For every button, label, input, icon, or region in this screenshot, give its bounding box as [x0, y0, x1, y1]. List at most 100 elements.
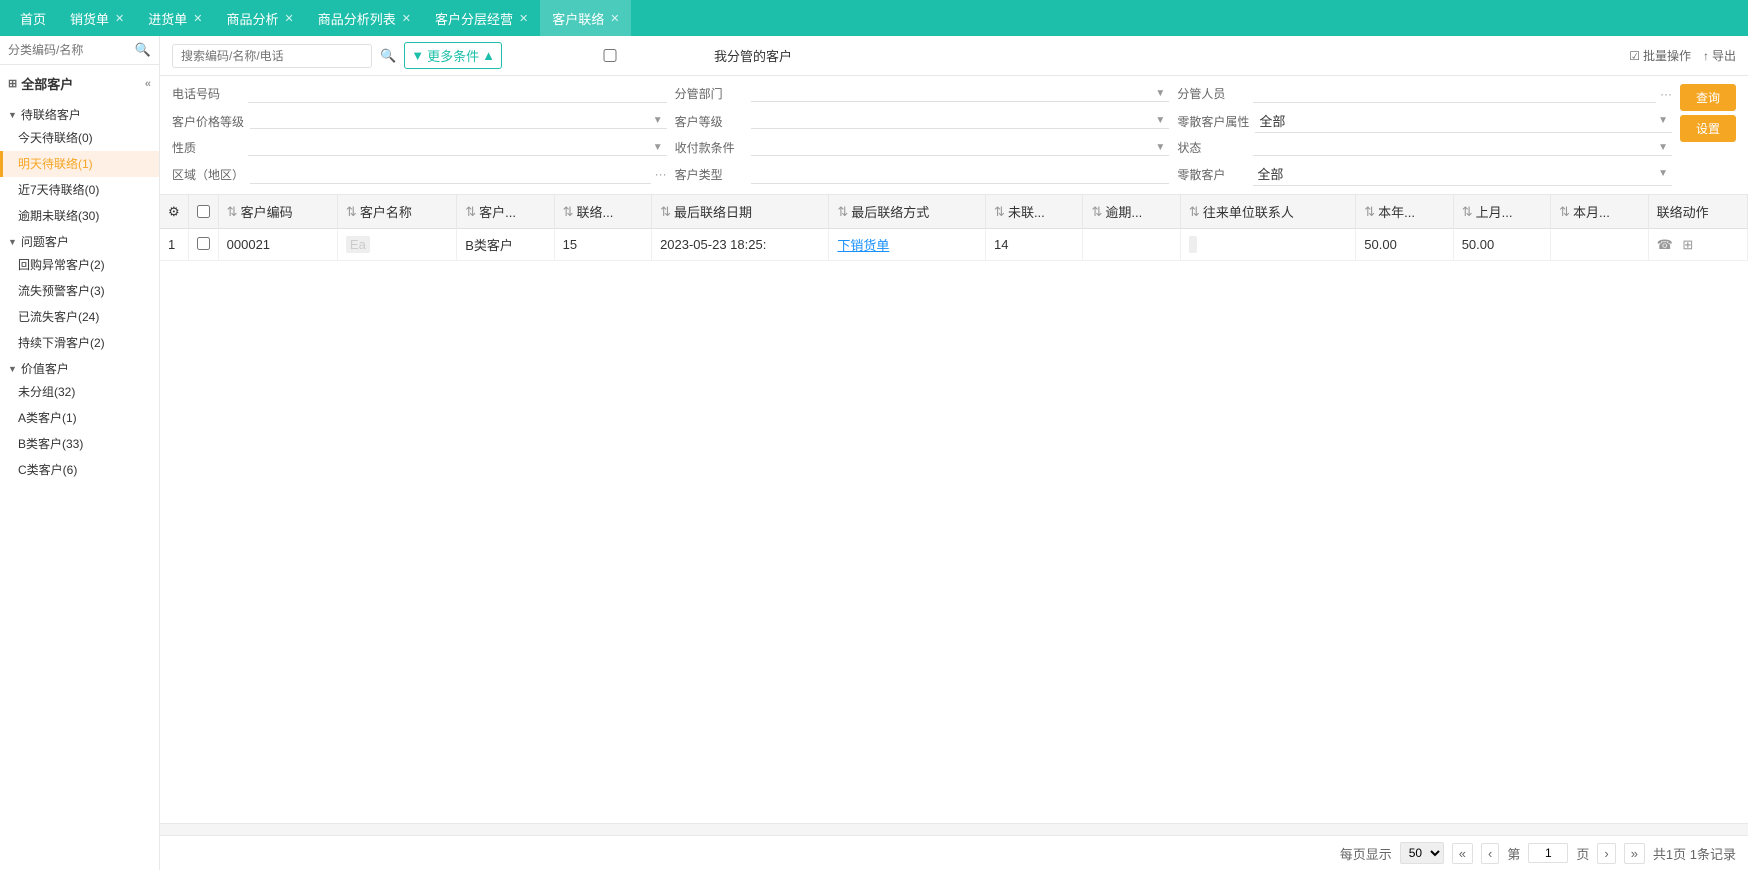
settings-icon[interactable]: ⚙	[168, 204, 180, 220]
customer-level-select[interactable]: ▼	[751, 113, 1170, 129]
retail-customer-select[interactable]: 全部 ▼	[1253, 162, 1672, 186]
search-icon[interactable]: 🔍	[380, 48, 396, 64]
last-page-button[interactable]: »	[1624, 843, 1645, 864]
cell-checkbox[interactable]	[188, 229, 218, 261]
th-code[interactable]: ⇅ 客户编码	[218, 195, 337, 229]
sidebar-a-class[interactable]: A类客户(1)	[0, 405, 159, 431]
payment-select[interactable]: ▼	[751, 140, 1170, 156]
th-contact-person[interactable]: ⇅ 往来单位联系人	[1180, 195, 1355, 229]
my-customers-checkbox-area[interactable]: 我分管的客户	[510, 46, 792, 65]
nav-product-analysis-list[interactable]: 商品分析列表 ✕	[306, 0, 423, 36]
th-last-contact-method[interactable]: ⇅ 最后联络方式	[829, 195, 986, 229]
sidebar-b-class[interactable]: B类客户(33)	[0, 431, 159, 457]
row-checkbox[interactable]	[197, 237, 210, 250]
th-this-year[interactable]: ⇅ 本年...	[1356, 195, 1453, 229]
retail-customer-field: 零散客户 全部 ▼	[1177, 162, 1672, 186]
close-product-analysis-icon[interactable]: ✕	[285, 12, 294, 25]
nav-sales-order[interactable]: 销货单 ✕	[58, 0, 136, 36]
contact-method-link[interactable]: 下销货单	[837, 238, 889, 253]
th-last-month[interactable]: ⇅ 上月...	[1453, 195, 1550, 229]
retail-attr-select[interactable]: 全部 ▼	[1255, 109, 1672, 133]
cell-this-month	[1551, 229, 1648, 261]
all-customers-header[interactable]: ⊞ 全部客户 «	[0, 69, 159, 98]
status-dropdown-icon: ▼	[1658, 142, 1668, 153]
cell-type: B类客户	[457, 229, 554, 261]
person-field: 分管人员 ···	[1177, 84, 1672, 103]
sidebar-churn-warning[interactable]: 流失预警客户(3)	[0, 278, 159, 304]
sidebar-c-class[interactable]: C类客户(6)	[0, 457, 159, 483]
dept-field: 分管部门 ▼	[675, 85, 1170, 102]
sidebar-overdue-pending[interactable]: 逾期未联络(30)	[0, 203, 159, 229]
th-last-contact-date[interactable]: ⇅ 最后联络日期	[652, 195, 829, 229]
th-type[interactable]: ⇅ 客户...	[457, 195, 554, 229]
th-name[interactable]: ⇅ 客户名称	[337, 195, 456, 229]
person-input[interactable]	[1253, 84, 1656, 103]
nav-product-analysis[interactable]: 商品分析 ✕	[214, 0, 305, 36]
close-purchase-order-icon[interactable]: ✕	[193, 12, 202, 25]
nav-customer-contact[interactable]: 客户联络 ✕	[540, 0, 631, 36]
th-no-contact[interactable]: ⇅ 未联...	[986, 195, 1083, 229]
top-navigation: 首页 销货单 ✕ 进货单 ✕ 商品分析 ✕ 商品分析列表 ✕ 客户分层经营 ✕ …	[0, 0, 1748, 36]
cell-action: ☎ ⊞	[1648, 229, 1747, 261]
search-input[interactable]	[172, 44, 372, 68]
sidebar-repurchase-abnormal[interactable]: 回购异常客户(2)	[0, 252, 159, 278]
prev-page-button[interactable]: ‹	[1481, 843, 1499, 864]
first-page-button[interactable]: «	[1452, 843, 1473, 864]
export-button[interactable]: ↑ 导出	[1703, 47, 1736, 64]
sidebar-today-pending[interactable]: 今天待联络(0)	[0, 125, 159, 151]
cell-contact-person	[1180, 229, 1355, 261]
select-all-checkbox[interactable]	[197, 205, 210, 218]
region-input[interactable]	[250, 165, 651, 184]
set-button[interactable]: 设置	[1680, 115, 1736, 142]
region-more-icon[interactable]: ···	[655, 167, 667, 181]
nav-home[interactable]: 首页	[8, 0, 58, 36]
cell-last-contact-method[interactable]: 下销货单	[829, 229, 986, 261]
dept-select[interactable]: ▼	[751, 86, 1170, 102]
page-number-input[interactable]	[1528, 843, 1568, 863]
close-product-analysis-list-icon[interactable]: ✕	[402, 12, 411, 25]
horizontal-scrollbar[interactable]	[160, 823, 1748, 835]
sidebar-search-icon[interactable]: 🔍	[135, 42, 151, 58]
more-conditions-button[interactable]: ▼ 更多条件 ▲	[404, 42, 502, 69]
close-customer-segment-icon[interactable]: ✕	[519, 12, 528, 25]
th-this-month[interactable]: ⇅ 本月...	[1551, 195, 1648, 229]
next-page-button[interactable]: ›	[1597, 843, 1615, 864]
th-contact-count[interactable]: ⇅ 联络...	[554, 195, 651, 229]
region-field: 区域（地区） ···	[172, 165, 667, 184]
sidebar-declining[interactable]: 持续下滑客户(2)	[0, 330, 159, 356]
problem-customers-group: 问题客户	[0, 229, 159, 252]
nav-purchase-order[interactable]: 进货单 ✕	[136, 0, 214, 36]
per-page-select[interactable]: 50	[1400, 842, 1444, 864]
collapse-icon: «	[145, 78, 151, 90]
price-level-select[interactable]: ▼	[250, 113, 667, 129]
gender-select[interactable]: ▼	[248, 140, 667, 156]
th-settings[interactable]: ⚙	[160, 195, 188, 229]
phone-input[interactable]	[248, 84, 667, 103]
cell-overdue	[1083, 229, 1180, 261]
total-records: 共1页 1条记录	[1653, 844, 1736, 863]
batch-operation-button[interactable]: ☑ 批量操作	[1629, 47, 1691, 64]
sidebar-ungrouped[interactable]: 未分组(32)	[0, 379, 159, 405]
action-grid-icon[interactable]: ⊞	[1682, 237, 1693, 252]
sort-icon-year: ⇅	[1364, 204, 1375, 220]
status-select[interactable]: ▼	[1253, 140, 1672, 156]
sidebar-7day-pending[interactable]: 近7天待联络(0)	[0, 177, 159, 203]
customer-type-field: 客户类型	[675, 165, 1170, 184]
query-button[interactable]: 查询	[1680, 84, 1736, 111]
close-customer-contact-icon[interactable]: ✕	[610, 12, 619, 25]
customer-type-input[interactable]	[751, 165, 1170, 184]
person-more-icon[interactable]: ···	[1660, 87, 1672, 101]
nav-customer-segment[interactable]: 客户分层经营 ✕	[423, 0, 540, 36]
th-overdue[interactable]: ⇅ 逾期...	[1083, 195, 1180, 229]
action-phone-icon[interactable]: ☎	[1657, 237, 1673, 252]
dept-dropdown-icon: ▼	[1155, 88, 1165, 99]
close-sales-order-icon[interactable]: ✕	[115, 12, 124, 25]
cell-last-contact-date: 2023-05-23 18:25:	[652, 229, 829, 261]
sidebar-churned[interactable]: 已流失客户(24)	[0, 304, 159, 330]
customer-level-dropdown-icon: ▼	[1155, 115, 1165, 126]
my-customers-checkbox[interactable]	[510, 49, 710, 62]
th-checkbox[interactable]	[188, 195, 218, 229]
sidebar-search-input[interactable]	[8, 43, 135, 57]
sidebar-tomorrow-pending[interactable]: 明天待联络(1)	[0, 151, 159, 177]
retail-attr-dropdown-icon: ▼	[1658, 115, 1668, 126]
